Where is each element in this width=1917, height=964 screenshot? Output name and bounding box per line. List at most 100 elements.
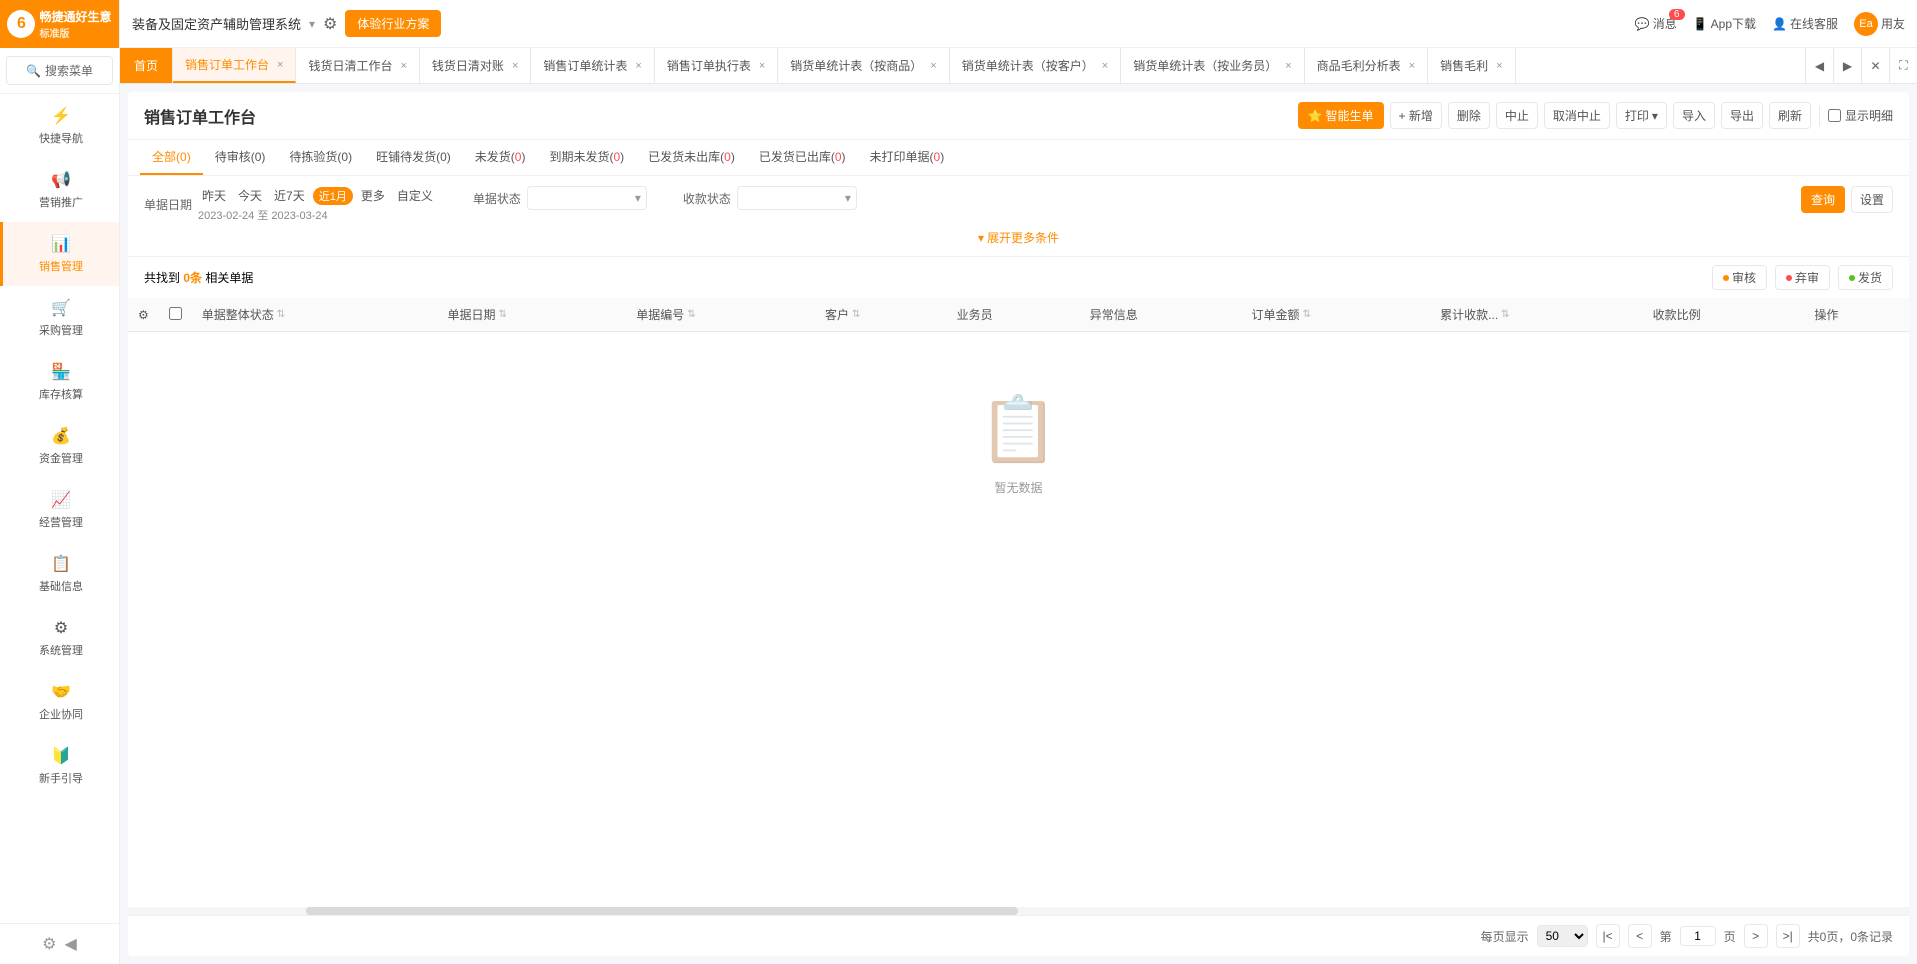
delete-button[interactable]: 删除 — [1448, 102, 1490, 129]
sub-tab-pending-check[interactable]: 待拣验货(0) — [277, 140, 364, 175]
last-page-button[interactable]: >| — [1776, 924, 1800, 948]
sidebar-item-purchase[interactable]: 🛒 采购管理 — [0, 286, 119, 350]
refresh-button[interactable]: 刷新 — [1769, 102, 1811, 129]
th-number-sort[interactable]: 单据编号⇅ — [636, 306, 805, 323]
tab-close-sales-by-customer[interactable]: × — [1102, 60, 1108, 72]
date-custom[interactable]: 自定义 — [393, 186, 437, 205]
cancel-stop-button[interactable]: 取消中止 — [1544, 102, 1610, 129]
tab-sales-by-staff[interactable]: 销货单统计表（按业务员）× — [1121, 48, 1304, 83]
date-7days[interactable]: 近7天 — [270, 186, 309, 205]
sidebar-item-corp[interactable]: 🤝 企业协同 — [0, 670, 119, 734]
export-button[interactable]: 导出 — [1721, 102, 1763, 129]
page-size-select[interactable]: 50 10 20 100 — [1537, 925, 1588, 947]
th-customer-sort[interactable]: 客户⇅ — [825, 306, 937, 323]
date-filter: 单据日期 昨天 今天 近7天 近1月 更多 自定义 2023-02-24 至 2… — [144, 186, 437, 223]
prev-page-button[interactable]: < — [1628, 924, 1652, 948]
tab-close-cash-goods[interactable]: × — [512, 60, 518, 72]
tab-sales-stat[interactable]: 销售订单统计表× — [531, 48, 654, 83]
sub-tab-pending-audit[interactable]: 待审核(0) — [203, 140, 278, 175]
add-button[interactable]: + 新增 — [1390, 102, 1442, 129]
tab-next-button[interactable]: ▶ — [1833, 48, 1861, 84]
scrollbar-thumb[interactable] — [306, 907, 1018, 915]
th-date-sort[interactable]: 单据日期⇅ — [448, 306, 617, 323]
th-collected-sort[interactable]: 累计收款...⇅ — [1440, 306, 1633, 323]
date-yesterday[interactable]: 昨天 — [198, 186, 230, 205]
payment-select[interactable] — [737, 186, 857, 210]
date-today[interactable]: 今天 — [234, 186, 266, 205]
sidebar-item-guide[interactable]: 🔰 新手引导 — [0, 734, 119, 798]
sub-tab-count-shipped-out: 0 — [835, 150, 842, 164]
settings-icon[interactable]: ⚙ — [42, 934, 56, 954]
th-amount-sort[interactable]: 订单金额⇅ — [1251, 306, 1420, 323]
tab-close-all-button[interactable]: ✕ — [1861, 48, 1889, 84]
tab-close-sales-by-staff[interactable]: × — [1285, 60, 1291, 72]
sidebar-item-system[interactable]: ⚙ 系统管理 — [0, 606, 119, 670]
app-download-item[interactable]: 📱 App下载 — [1693, 15, 1756, 32]
tab-sales-exec[interactable]: 销售订单执行表× — [655, 48, 778, 83]
th-status-sort[interactable]: 单据整体状态⇅ — [202, 306, 428, 323]
sub-tab-wangpu-pending[interactable]: 旺铺待发货(0) — [364, 140, 463, 175]
sub-tab-not-printed[interactable]: 未打印单据(0) — [858, 140, 957, 175]
sidebar-item-finance[interactable]: 💰 资金管理 — [0, 414, 119, 478]
show-detail-checkbox[interactable]: 显示明细 — [1828, 107, 1893, 124]
collapse-icon[interactable]: ◀ — [65, 934, 77, 954]
sub-tab-all[interactable]: 全部(0) — [140, 140, 203, 175]
tab-close-sales-by-product[interactable]: × — [930, 60, 936, 72]
first-page-button[interactable]: |< — [1596, 924, 1620, 948]
status-select[interactable] — [527, 186, 647, 210]
tab-sales-workbench[interactable]: 销售订单工作台× — [173, 48, 296, 83]
print-button[interactable]: 打印 ▾ — [1616, 102, 1667, 129]
tab-close-sales-profit[interactable]: × — [1496, 60, 1502, 72]
sub-tab-shipped-out[interactable]: 已发货已出库(0) — [747, 140, 858, 175]
settings-gear-icon[interactable]: ⚙ — [323, 14, 337, 34]
next-page-button[interactable]: > — [1744, 924, 1768, 948]
expand-conditions-button[interactable]: ▾ 展开更多条件 — [978, 223, 1059, 246]
tab-close-sales-exec[interactable]: × — [759, 60, 765, 72]
tab-home[interactable]: 首页 — [120, 48, 173, 83]
tab-cash-clear[interactable]: 钱货日清工作台× — [296, 48, 419, 83]
tab-close-sales-workbench[interactable]: × — [277, 59, 283, 71]
quick-action-revoke[interactable]: 弃审 — [1775, 265, 1830, 290]
date-more[interactable]: 更多 — [357, 186, 389, 205]
filter-settings-button[interactable]: 设置 — [1851, 186, 1893, 213]
online-service-item[interactable]: 👤 在线客服 — [1772, 15, 1838, 32]
show-detail-input[interactable] — [1828, 109, 1841, 122]
select-all-checkbox[interactable] — [169, 307, 182, 320]
sub-tab-shipped-not-out[interactable]: 已发货未出库(0) — [636, 140, 747, 175]
sidebar-item-basic-info[interactable]: 📋 基础信息 — [0, 542, 119, 606]
message-item[interactable]: 💬 消息 6 — [1635, 15, 1677, 32]
tab-close-sales-stat[interactable]: × — [635, 60, 641, 72]
import-button[interactable]: 导入 — [1673, 102, 1715, 129]
tab-close-product-margin[interactable]: × — [1409, 60, 1415, 72]
quick-action-ship[interactable]: 发货 — [1838, 265, 1893, 290]
query-button[interactable]: 查询 — [1801, 186, 1845, 213]
tab-product-margin[interactable]: 商品毛利分析表× — [1305, 48, 1428, 83]
sidebar-item-operations[interactable]: 📈 经营管理 — [0, 478, 119, 542]
table-settings-icon[interactable]: ⚙ — [138, 308, 149, 322]
tab-sales-by-product[interactable]: 销货单统计表（按商品）× — [778, 48, 949, 83]
quick-action-audit[interactable]: 审核 — [1712, 265, 1767, 290]
tab-sales-by-customer[interactable]: 销货单统计表（按客户）× — [950, 48, 1121, 83]
sidebar-item-quick-nav[interactable]: ⚡ 快捷导航 — [0, 94, 119, 158]
date-1month[interactable]: 近1月 — [313, 187, 353, 205]
tab-sales-profit[interactable]: 销售毛利× — [1428, 48, 1515, 83]
page-number-input[interactable]: 1 — [1680, 926, 1716, 946]
smart-create-button[interactable]: ⭐ 智能生单 — [1298, 102, 1384, 129]
tab-cash-goods[interactable]: 钱货日清对账× — [420, 48, 531, 83]
user-item[interactable]: Ea 用友 — [1854, 12, 1905, 36]
tab-prev-button[interactable]: ◀ — [1805, 48, 1833, 84]
tab-maximize-button[interactable]: ⛶ — [1889, 48, 1917, 84]
expand-icon[interactable]: ▾ — [309, 17, 315, 31]
tab-close-cash-clear[interactable]: × — [400, 60, 406, 72]
sidebar-item-marketing[interactable]: 📢 营销推广 — [0, 158, 119, 222]
sub-tab-not-shipped[interactable]: 未发货(0) — [463, 140, 538, 175]
search-menu-button[interactable]: 🔍 搜索菜单 — [6, 56, 113, 85]
print-dropdown-icon[interactable]: ▾ — [1652, 109, 1658, 123]
th-ratio: 收款比例 — [1643, 298, 1805, 332]
stop-button[interactable]: 中止 — [1496, 102, 1538, 129]
sub-tab-expired-not-shipped[interactable]: 到期未发货(0) — [537, 140, 636, 175]
sidebar-item-inventory[interactable]: 🏪 库存核算 — [0, 350, 119, 414]
sidebar-item-sales[interactable]: 📊 销售管理 — [0, 222, 119, 286]
solution-button[interactable]: 体验行业方案 — [345, 10, 441, 37]
horizontal-scrollbar[interactable] — [128, 907, 1909, 915]
